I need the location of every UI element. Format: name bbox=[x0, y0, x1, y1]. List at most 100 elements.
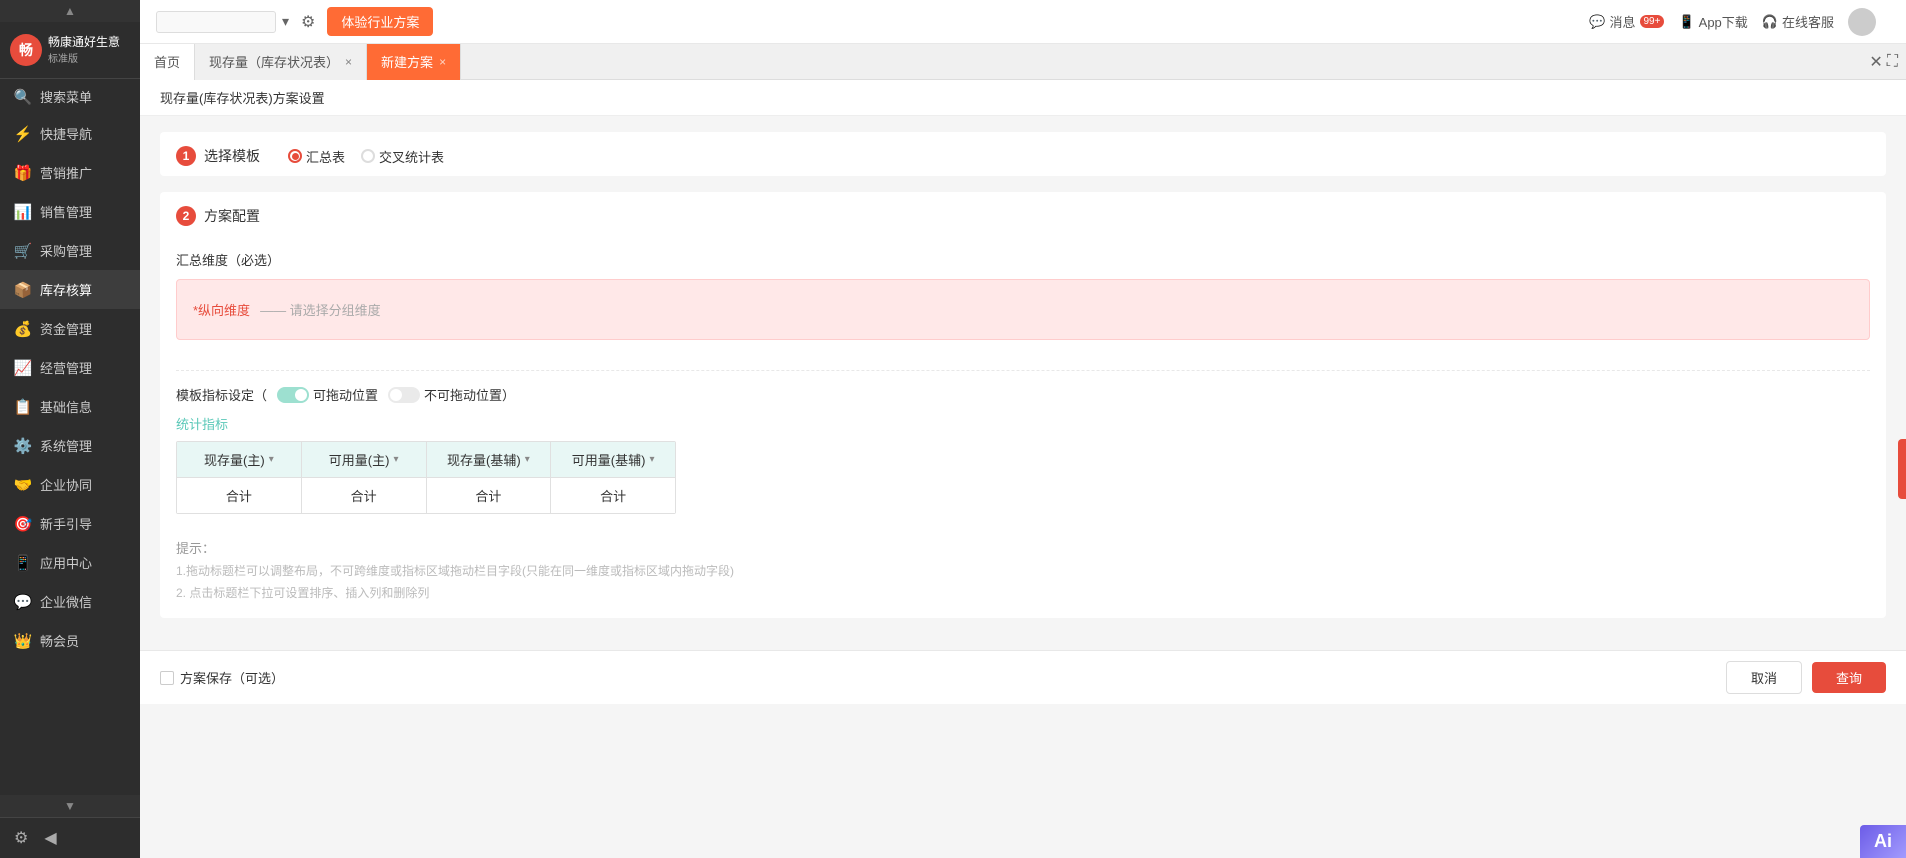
quick-nav-icon: ⚡ bbox=[14, 125, 32, 143]
main-area: ▾ ⚙ 体验行业方案 💬 消息 99+ 📱 App下载 🎧 在线客服 首 bbox=[140, 0, 1906, 858]
tip-item-1: 2. 点击标题栏下拉可设置排序、插入列和删除列 bbox=[176, 583, 1870, 605]
toggle-movable[interactable]: 可拖动位置 bbox=[277, 385, 378, 404]
marketing-icon: 🎁 bbox=[14, 164, 32, 182]
col-header-3[interactable]: 可用量(基辅) ▾ bbox=[551, 442, 675, 477]
sidebar-scroll-down[interactable]: ▼ bbox=[0, 795, 140, 817]
indicator-toggle-row: 模板指标设定（ 可拖动位置 不可拖动位置） bbox=[176, 385, 1870, 404]
topbar-right: 💬 消息 99+ 📱 App下载 🎧 在线客服 bbox=[1589, 8, 1890, 36]
app-version: 标准版 bbox=[48, 50, 120, 65]
sidebar-item-purchase-mgmt[interactable]: 🛒 采购管理 bbox=[0, 231, 140, 270]
sidebar-scroll-up[interactable]: ▲ bbox=[0, 0, 140, 22]
sidebar-item-search-menu[interactable]: 🔍 搜索菜单 bbox=[0, 79, 140, 114]
radio-circle-summary bbox=[288, 149, 302, 163]
sidebar-footer: ⚙ ◀ bbox=[0, 817, 140, 858]
section1-num: 1 bbox=[176, 146, 196, 166]
topbar-dropdown-button[interactable]: ▾ bbox=[282, 13, 289, 30]
right-panel-handle[interactable] bbox=[1898, 439, 1906, 499]
sidebar: ▲ 畅 畅康通好生意 标准版 🔍 搜索菜单 ⚡ 快捷导航 🎁 营销推广 📊 销售… bbox=[0, 0, 140, 858]
col-chevron-1: ▾ bbox=[393, 454, 398, 465]
new-plan-tab-close-icon[interactable]: × bbox=[439, 55, 446, 69]
sidebar-item-finance-mgmt[interactable]: 💰 资金管理 bbox=[0, 309, 140, 348]
page-header-title: 现存量(库存状况表)方案设置 bbox=[160, 91, 325, 106]
tip-item-0: 1.拖动标题栏可以调整布局，不可跨维度或指标区域拖动栏目字段(只能在同一维度或指… bbox=[176, 561, 1870, 583]
template-radio-group: 汇总表 交叉统计表 bbox=[288, 147, 444, 166]
save-option[interactable]: 方案保存（可选） bbox=[160, 668, 284, 687]
dimension-required-marker: *纵向维度 bbox=[193, 300, 250, 319]
search-menu-icon: 🔍 bbox=[14, 88, 32, 106]
user-avatar[interactable] bbox=[1848, 8, 1876, 36]
sidebar-item-ops-mgmt[interactable]: 📈 经营管理 bbox=[0, 348, 140, 387]
app-name: 畅康通好生意 bbox=[48, 35, 120, 51]
toggle-fixed-label: 不可拖动位置） bbox=[424, 385, 515, 404]
app-download-icon: 📱 bbox=[1678, 14, 1694, 30]
sidebar-item-label: 快捷导航 bbox=[40, 124, 92, 143]
save-label: 方案保存（可选） bbox=[180, 668, 284, 687]
tab-inventory-status[interactable]: 现存量（库存状况表） × bbox=[195, 44, 367, 80]
topbar-message-btn[interactable]: 💬 消息 99+ bbox=[1589, 12, 1664, 31]
message-icon: 💬 bbox=[1589, 14, 1605, 30]
sidebar-item-sales-mgmt[interactable]: 📊 销售管理 bbox=[0, 192, 140, 231]
bottom-panel: 方案保存（可选） 取消 查询 bbox=[140, 650, 1906, 704]
trial-plan-button[interactable]: 体验行业方案 bbox=[327, 7, 433, 36]
tab-home[interactable]: 首页 bbox=[140, 44, 195, 80]
col-header-1[interactable]: 可用量(主) ▾ bbox=[302, 442, 427, 477]
col-header-0[interactable]: 现存量(主) ▾ bbox=[177, 442, 302, 477]
save-checkbox[interactable] bbox=[160, 671, 174, 685]
col-label-1: 可用量(主) bbox=[329, 450, 390, 469]
cancel-button[interactable]: 取消 bbox=[1726, 661, 1802, 694]
stock-icon: 📦 bbox=[14, 281, 32, 299]
indicator-config: 模板指标设定（ 可拖动位置 不可拖动位置） 统计指标 bbox=[160, 371, 1886, 538]
topbar-service-btn[interactable]: 🎧 在线客服 bbox=[1762, 12, 1834, 31]
sidebar-item-member[interactable]: 👑 畅会员 bbox=[0, 621, 140, 660]
sidebar-item-basic-info[interactable]: 📋 基础信息 bbox=[0, 387, 140, 426]
sidebar-item-label: 畅会员 bbox=[40, 631, 79, 650]
sidebar-item-newbie[interactable]: 🎯 新手引导 bbox=[0, 504, 140, 543]
sidebar-item-app-center[interactable]: 📱 应用中心 bbox=[0, 543, 140, 582]
radio-summary-table[interactable]: 汇总表 bbox=[288, 147, 345, 166]
service-label: 在线客服 bbox=[1782, 12, 1834, 31]
sidebar-item-enterprise-wechat[interactable]: 💬 企业微信 bbox=[0, 582, 140, 621]
toggle-fixed-box[interactable] bbox=[388, 387, 420, 403]
topbar-app-download-btn[interactable]: 📱 App下载 bbox=[1678, 12, 1747, 31]
tab-new-plan[interactable]: 新建方案 × bbox=[367, 44, 461, 80]
sidebar-item-stock-check[interactable]: 📦 库存核算 bbox=[0, 270, 140, 309]
page-header: 现存量(库存状况表)方案设置 bbox=[140, 80, 1906, 116]
dimension-label: 汇总维度（必选） bbox=[176, 250, 1870, 269]
sidebar-item-label: 经营管理 bbox=[40, 358, 92, 377]
finance-icon: 💰 bbox=[14, 320, 32, 338]
system-icon: ⚙️ bbox=[14, 437, 32, 455]
section1-header: 1 选择模板 汇总表 交叉统计表 bbox=[160, 132, 1886, 176]
toggle-fixed[interactable]: 不可拖动位置） bbox=[388, 385, 515, 404]
sidebar-item-label: 新手引导 bbox=[40, 514, 92, 533]
toggle-movable-box[interactable] bbox=[277, 387, 309, 403]
service-icon: 🎧 bbox=[1762, 14, 1778, 30]
query-button[interactable]: 查询 bbox=[1812, 662, 1886, 693]
basic-icon: 📋 bbox=[14, 398, 32, 416]
sidebar-item-enterprise[interactable]: 🤝 企业协同 bbox=[0, 465, 140, 504]
sidebar-item-marketing[interactable]: 🎁 营销推广 bbox=[0, 153, 140, 192]
col-chevron-3: ▾ bbox=[649, 454, 654, 465]
sidebar-item-label: 库存核算 bbox=[40, 280, 92, 299]
topbar-search-input[interactable] bbox=[156, 11, 276, 33]
radio-label-summary: 汇总表 bbox=[306, 147, 345, 166]
content-area: 现存量(库存状况表)方案设置 1 选择模板 汇总表 交叉统计表 bbox=[140, 80, 1906, 858]
dimension-placeholder: —— 请选择分组维度 bbox=[260, 300, 381, 319]
purchase-icon: 🛒 bbox=[14, 242, 32, 260]
tabbar-close-button[interactable]: ✕ bbox=[1869, 52, 1882, 72]
sidebar-item-system-mgmt[interactable]: ⚙️ 系统管理 bbox=[0, 426, 140, 465]
topbar-gear-icon[interactable]: ⚙ bbox=[301, 12, 315, 32]
ai-badge[interactable]: Ai bbox=[1860, 825, 1906, 858]
sidebar-item-quick-nav[interactable]: ⚡ 快捷导航 bbox=[0, 114, 140, 153]
stats-table-header: 现存量(主) ▾ 可用量(主) ▾ 现存量(基辅) ▾ bbox=[177, 442, 675, 477]
col-chevron-2: ▾ bbox=[525, 454, 530, 465]
col-header-2[interactable]: 现存量(基辅) ▾ bbox=[427, 442, 552, 477]
settings-footer-btn[interactable]: ⚙ bbox=[14, 828, 28, 848]
dimension-box[interactable]: *纵向维度 —— 请选择分组维度 bbox=[176, 279, 1870, 340]
enterprise-icon: 🤝 bbox=[14, 476, 32, 494]
inventory-tab-close-icon[interactable]: × bbox=[345, 55, 352, 69]
col-cell-2: 合计 bbox=[427, 477, 552, 513]
tabbar-expand-button[interactable]: ⛶ bbox=[1887, 53, 1898, 71]
sidebar-item-label: 销售管理 bbox=[40, 202, 92, 221]
collapse-footer-btn[interactable]: ◀ bbox=[44, 828, 56, 848]
radio-cross-table[interactable]: 交叉统计表 bbox=[361, 147, 444, 166]
